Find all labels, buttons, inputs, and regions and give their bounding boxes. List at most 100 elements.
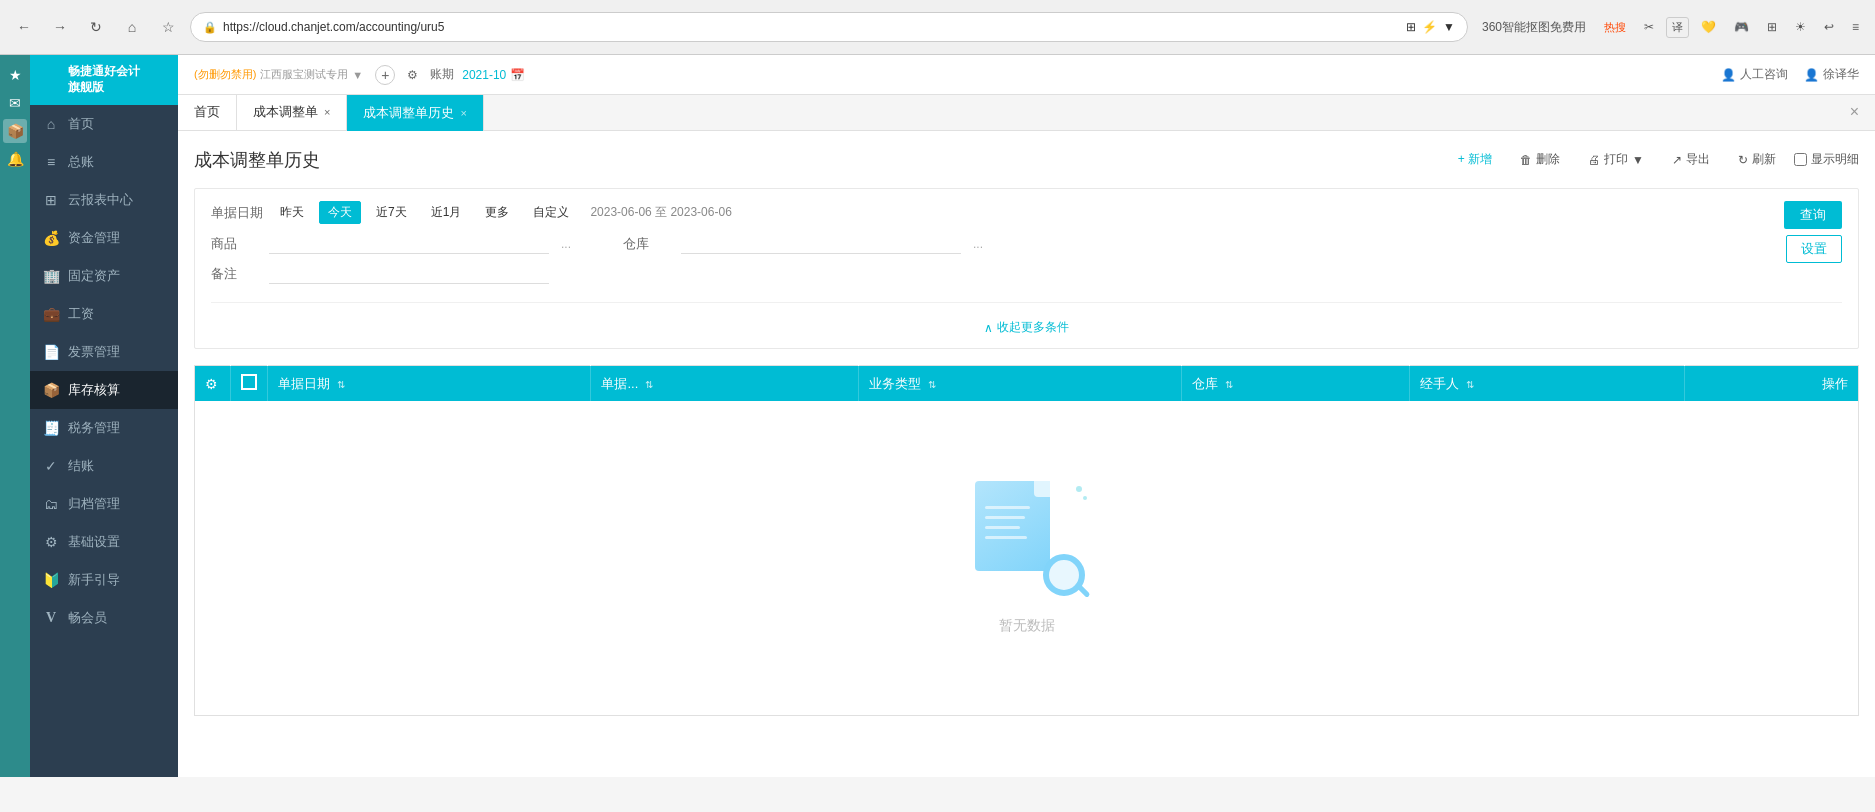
back-button[interactable]: ← <box>10 13 38 41</box>
tab-area-close-button[interactable]: × <box>1850 103 1859 121</box>
column-settings-icon[interactable]: ⚙ <box>205 376 218 392</box>
query-button[interactable]: 查询 <box>1784 201 1842 229</box>
icon-bar-item-3[interactable]: 📦 <box>3 119 27 143</box>
sidebar-item-ledger[interactable]: ≡ 总账 <box>30 143 178 181</box>
tab-cost-adjustment-history[interactable]: 成本调整单历史 × <box>347 95 483 131</box>
print-icon: 🖨 <box>1588 153 1600 167</box>
content-area: 成本调整单历史 + 新增 🗑 删除 🖨 打印 ▼ ↗ 导出 <box>178 131 1875 777</box>
th-settings[interactable]: ⚙ <box>195 366 231 402</box>
settings-gear-icon[interactable]: ⚙ <box>407 68 418 82</box>
empty-state-cell: 暂无数据 <box>195 401 1859 716</box>
sidebar-item-inventory[interactable]: 📦 库存核算 <box>30 371 178 409</box>
th-date[interactable]: 单据日期 ⇅ <box>268 366 591 402</box>
grid-icon[interactable]: ⊞ <box>1761 17 1783 37</box>
note-input[interactable] <box>269 264 549 284</box>
company-select[interactable]: (勿删勿禁用) 江西服宝测试专用 ▼ <box>194 67 363 82</box>
avatar-icon: 👤 <box>1804 68 1819 82</box>
tab-home[interactable]: 首页 <box>178 95 237 131</box>
delete-icon: 🗑 <box>1520 153 1532 167</box>
new-button[interactable]: + 新增 <box>1448 147 1502 172</box>
sidebar-item-salary[interactable]: 💼 工资 <box>30 295 178 333</box>
warehouse-more-dots[interactable]: ... <box>969 237 987 251</box>
sidebar-item-guide[interactable]: 🔰 新手引导 <box>30 561 178 599</box>
tab2-label: 成本调整单历史 <box>363 104 454 122</box>
guide-icon: 🔰 <box>42 572 60 588</box>
tab2-close-button[interactable]: × <box>460 107 466 119</box>
yesterday-btn[interactable]: 昨天 <box>271 201 313 224</box>
icon-bar: ★ ✉ 📦 🔔 <box>0 55 30 777</box>
sidebar-item-archive[interactable]: 🗂 归档管理 <box>30 485 178 523</box>
custom-btn[interactable]: 自定义 <box>524 201 578 224</box>
goods-input-group: ... <box>269 234 575 254</box>
month-btn[interactable]: 近1月 <box>422 201 471 224</box>
scissors-icon[interactable]: ✂ <box>1638 17 1660 37</box>
collapse-label: 收起更多条件 <box>997 319 1069 336</box>
th-warehouse[interactable]: 仓库 ⇅ <box>1182 366 1409 402</box>
th-checkbox[interactable] <box>231 366 268 402</box>
sidebar-item-settings[interactable]: ⚙ 基础设置 <box>30 523 178 561</box>
url-text: https://cloud.chanjet.com/accounting/uru… <box>223 20 444 34</box>
sidebar-item-funds[interactable]: 💰 资金管理 <box>30 219 178 257</box>
search-label: 360智能抠图免费用 <box>1476 16 1592 39</box>
print-button[interactable]: 🖨 打印 ▼ <box>1578 147 1654 172</box>
delete-button[interactable]: 🗑 删除 <box>1510 147 1570 172</box>
filter-settings-button[interactable]: 设置 <box>1786 235 1842 263</box>
browser-right-tools: 360智能抠图免费用 热搜 ✂ 译 💛 🎮 ⊞ ☀ ↩ ≡ <box>1476 16 1865 39</box>
reload-button[interactable]: ↻ <box>82 13 110 41</box>
refresh-button[interactable]: ↻ 刷新 <box>1728 147 1786 172</box>
goods-more-dots[interactable]: ... <box>557 237 575 251</box>
funds-icon: 💰 <box>42 230 60 246</box>
warehouse-input[interactable] <box>681 234 961 254</box>
note-filter-label: 备注 <box>211 265 261 283</box>
home-icon: ⌂ <box>42 116 60 132</box>
hot-label: 热搜 <box>1598 17 1632 38</box>
user-name[interactable]: 👤 徐译华 <box>1804 66 1859 83</box>
sidebar-item-vip[interactable]: V 畅会员 <box>30 599 178 637</box>
more-btn[interactable]: 更多 <box>476 201 518 224</box>
more-icon[interactable]: ≡ <box>1846 17 1865 37</box>
tab1-label: 成本调整单 <box>253 103 318 121</box>
sidebar-logo: 畅捷通好会计 旗舰版 <box>30 55 178 105</box>
calendar-icon[interactable]: 📅 <box>510 68 525 82</box>
page-title: 成本调整单历史 <box>194 148 320 172</box>
reports-icon: ⊞ <box>42 192 60 208</box>
th-biz-type[interactable]: 业务类型 ⇅ <box>859 366 1182 402</box>
wallet-icon[interactable]: 💛 <box>1695 17 1722 37</box>
show-detail-option[interactable]: 显示明细 <box>1794 151 1859 168</box>
sidebar-item-settlement[interactable]: ✓ 结账 <box>30 447 178 485</box>
icon-bar-item-4[interactable]: 🔔 <box>3 147 27 171</box>
goods-input[interactable] <box>269 234 549 254</box>
address-bar[interactable]: 🔒 https://cloud.chanjet.com/accounting/u… <box>190 12 1468 42</box>
tab-cost-adjustment[interactable]: 成本调整单 × <box>237 95 347 131</box>
icon-bar-item-2[interactable]: ✉ <box>3 91 27 115</box>
today-btn[interactable]: 今天 <box>319 201 361 224</box>
th-actions: 操作 <box>1685 366 1859 402</box>
export-button[interactable]: ↗ 导出 <box>1662 147 1720 172</box>
sidebar-item-home[interactable]: ⌂ 首页 <box>30 105 178 143</box>
add-company-button[interactable]: + <box>375 65 395 85</box>
sidebar-item-tax[interactable]: 🧾 税务管理 <box>30 409 178 447</box>
sidebar-item-invoice[interactable]: 📄 发票管理 <box>30 333 178 371</box>
show-detail-checkbox[interactable] <box>1794 153 1807 166</box>
icon-bar-item[interactable]: ★ <box>3 63 27 87</box>
bookmark-button[interactable]: ☆ <box>154 13 182 41</box>
week-btn[interactable]: 近7天 <box>367 201 416 224</box>
select-all-checkbox[interactable] <box>241 374 257 390</box>
home-button[interactable]: ⌂ <box>118 13 146 41</box>
translate-btn[interactable]: 译 <box>1666 17 1689 38</box>
settings-icon[interactable]: ☀ <box>1789 17 1812 37</box>
fixed-assets-icon: 🏢 <box>42 268 60 284</box>
warehouse-input-group: ... <box>681 234 987 254</box>
game-icon[interactable]: 🎮 <box>1728 17 1755 37</box>
inventory-icon: 📦 <box>42 382 60 398</box>
tab1-close-button[interactable]: × <box>324 106 330 118</box>
th-number[interactable]: 单据... ⇅ <box>591 366 859 402</box>
user-service[interactable]: 👤 人工咨询 <box>1721 66 1788 83</box>
forward-button[interactable]: → <box>46 13 74 41</box>
sidebar-item-reports[interactable]: ⊞ 云报表中心 <box>30 181 178 219</box>
empty-illustration <box>967 481 1087 601</box>
sidebar-item-fixed-assets[interactable]: 🏢 固定资产 <box>30 257 178 295</box>
collapse-button[interactable]: ∧ 收起更多条件 <box>984 319 1069 336</box>
th-handler[interactable]: 经手人 ⇅ <box>1409 366 1684 402</box>
undo-icon[interactable]: ↩ <box>1818 17 1840 37</box>
